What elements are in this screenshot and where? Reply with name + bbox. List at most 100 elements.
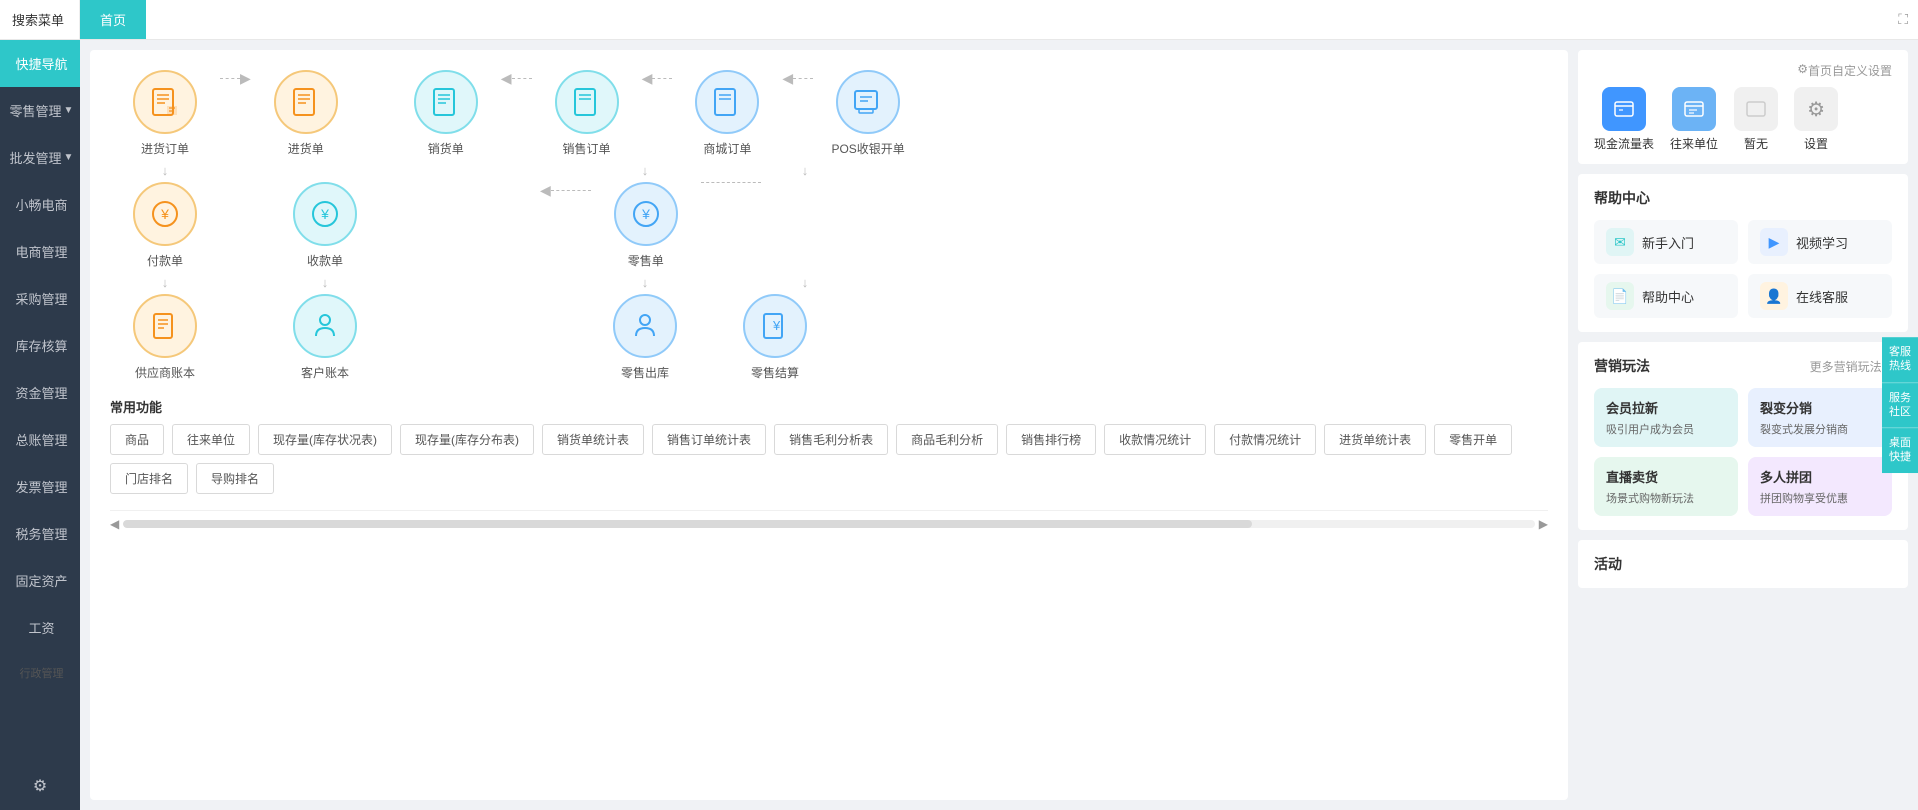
gear-icon: ⚙ xyxy=(1797,62,1808,79)
sidebar-item-invoice-mgmt[interactable]: 发票管理 xyxy=(0,463,80,510)
svg-text:¥: ¥ xyxy=(772,318,781,333)
func-btn-payment-stats[interactable]: 付款情况统计 xyxy=(1214,424,1316,455)
func-btn-retail-order[interactable]: 零售开单 xyxy=(1434,424,1512,455)
expand-icon[interactable]: ⛶ xyxy=(1898,11,1908,28)
flow-node-mall-order[interactable]: 商城订单 xyxy=(672,70,782,157)
help-center-title: 帮助中心 xyxy=(1594,188,1892,208)
activity-section: 活动 xyxy=(1578,540,1908,588)
member-desc: 吸引用户成为会员 xyxy=(1606,421,1726,437)
customize-label: 首页自定义设置 xyxy=(1808,62,1892,79)
func-btn-goods[interactable]: 商品 xyxy=(110,424,164,455)
flow-node-pos[interactable]: POS收银开单 xyxy=(813,70,923,157)
service-icon: 👤 xyxy=(1760,282,1788,310)
sidebar: 快捷导航 零售管理 ▼ 批发管理 ▼ 小畅电商 电商管理 采购管理 库存核算 资… xyxy=(0,40,80,810)
flow-node-sales-order[interactable]: 销售订单 xyxy=(532,70,642,157)
none-icon xyxy=(1734,87,1778,131)
func-btn-sales-order-stats[interactable]: 销售订单统计表 xyxy=(652,424,766,455)
sidebar-item-retail-mgmt[interactable]: 零售管理 ▼ xyxy=(0,87,80,134)
marketing-item-live[interactable]: 直播卖货 场景式购物新玩法 xyxy=(1594,457,1738,516)
shortcuts-icons: 现金流量表 往来单位 暂无 xyxy=(1594,87,1892,152)
marketing-title: 营销玩法 xyxy=(1594,356,1650,376)
common-functions: 常用功能 商品 往来单位 现存量(库存状况表) 现存量(库存分布表) 销货单统计… xyxy=(110,397,1548,494)
sidebar-settings-icon[interactable]: ⚙ xyxy=(0,762,80,810)
marketing-header: 营销玩法 更多营销玩法 > xyxy=(1594,356,1892,376)
beginner-icon: ✉ xyxy=(1606,228,1634,256)
float-btn-customer-service[interactable]: 客服热线 xyxy=(1882,337,1918,383)
help-item-help[interactable]: 📄 帮助中心 xyxy=(1594,274,1738,318)
flow-node-sales-bill[interactable]: 销货单 xyxy=(391,70,501,157)
sidebar-item-salary[interactable]: 工资 xyxy=(0,604,80,651)
sidebar-item-finance[interactable]: 资金管理 xyxy=(0,369,80,416)
member-title: 会员拉新 xyxy=(1606,398,1726,417)
marketing-item-member[interactable]: 会员拉新 吸引用户成为会员 xyxy=(1594,388,1738,447)
func-btn-contacts[interactable]: 往来单位 xyxy=(172,424,250,455)
sidebar-item-more[interactable]: 行政管理 xyxy=(0,651,80,695)
flow-node-supplier-account[interactable]: 供应商账本 xyxy=(110,294,220,381)
marketing-item-group[interactable]: 多人拼团 拼团购物享受优惠 xyxy=(1748,457,1892,516)
func-btn-sales-ranking[interactable]: 销售排行榜 xyxy=(1006,424,1096,455)
help-item-service[interactable]: 👤 在线客服 xyxy=(1748,274,1892,318)
help-item-video[interactable]: ▶ 视频学习 xyxy=(1748,220,1892,264)
payment-icon: ¥ xyxy=(133,182,197,246)
scroll-thumb xyxy=(123,520,1252,528)
sidebar-item-wholesale-mgmt[interactable]: 批发管理 ▼ xyxy=(0,134,80,181)
help-item-beginner[interactable]: ✉ 新手入门 xyxy=(1594,220,1738,264)
func-btn-store-ranking[interactable]: 门店排名 xyxy=(110,463,188,494)
shortcut-contacts[interactable]: 往来单位 xyxy=(1670,87,1718,152)
tab-home[interactable]: 首页 xyxy=(80,0,146,39)
pos-icon xyxy=(836,70,900,134)
sidebar-item-ecom-mgmt[interactable]: 电商管理 xyxy=(0,228,80,275)
service-label: 在线客服 xyxy=(1796,287,1848,306)
flow-node-receipt[interactable]: ¥ 收款单 xyxy=(270,182,380,269)
purchase-order-icon xyxy=(133,70,197,134)
sidebar-item-quick-nav[interactable]: 快捷导航 xyxy=(0,40,80,87)
split-title: 裂变分销 xyxy=(1760,398,1880,417)
video-label: 视频学习 xyxy=(1796,233,1848,252)
sidebar-item-inventory[interactable]: 库存核算 xyxy=(0,322,80,369)
flow-node-customer-account[interactable]: 客户账本 xyxy=(270,294,380,381)
sales-order-icon xyxy=(555,70,619,134)
sidebar-item-general-ledger[interactable]: 总账管理 xyxy=(0,416,80,463)
marketing-more[interactable]: 更多营销玩法 > xyxy=(1810,358,1892,375)
flow-node-purchase-order[interactable]: 进货订单 xyxy=(110,70,220,157)
sidebar-item-tax-mgmt[interactable]: 税务管理 xyxy=(0,510,80,557)
retail-settlement-icon: ¥ xyxy=(743,294,807,358)
func-btn-sales-profit[interactable]: 销售毛利分析表 xyxy=(774,424,888,455)
shortcut-cash-flow[interactable]: 现金流量表 xyxy=(1594,87,1654,152)
float-btn-community[interactable]: 服务社区 xyxy=(1882,383,1918,429)
retail-order-icon: ¥ xyxy=(614,182,678,246)
flow-node-payment[interactable]: ¥ 付款单 xyxy=(110,182,220,269)
sidebar-item-fixed-assets[interactable]: 固定资产 xyxy=(0,557,80,604)
func-btn-guide-ranking[interactable]: 导购排名 xyxy=(196,463,274,494)
help-doc-label: 帮助中心 xyxy=(1642,287,1694,306)
group-title: 多人拼团 xyxy=(1760,467,1880,486)
scroll-left-arrow[interactable]: ◀ xyxy=(110,517,119,531)
shortcuts-header[interactable]: ⚙ 首页自定义设置 xyxy=(1594,62,1892,79)
purchase-bill-icon xyxy=(274,70,338,134)
marketing-item-split[interactable]: 裂变分销 裂变式发展分销商 xyxy=(1748,388,1892,447)
top-bar: 搜索菜单 首页 ⛶ xyxy=(0,0,1918,40)
func-btn-inventory-dist[interactable]: 现存量(库存分布表) xyxy=(400,424,534,455)
func-btn-inventory-status[interactable]: 现存量(库存状况表) xyxy=(258,424,392,455)
shortcut-settings[interactable]: ⚙ 设置 xyxy=(1794,87,1838,152)
func-btn-receipt-stats[interactable]: 收款情况统计 xyxy=(1104,424,1206,455)
right-panel: ⚙ 首页自定义设置 现金流量表 xyxy=(1578,40,1918,810)
func-btn-goods-profit[interactable]: 商品毛利分析 xyxy=(896,424,998,455)
func-buttons: 商品 往来单位 现存量(库存状况表) 现存量(库存分布表) 销货单统计表 销售订… xyxy=(110,424,1548,494)
none-label: 暂无 xyxy=(1744,135,1768,152)
func-btn-sales-stats[interactable]: 销货单统计表 xyxy=(542,424,644,455)
contacts-label: 往来单位 xyxy=(1670,135,1718,152)
flow-node-retail-outbound[interactable]: 零售出库 xyxy=(590,294,700,381)
func-btn-purchase-stats[interactable]: 进货单统计表 xyxy=(1324,424,1426,455)
scroll-right-arrow[interactable]: ▶ xyxy=(1539,517,1548,531)
search-menu[interactable]: 搜索菜单 xyxy=(0,0,80,39)
flow-node-purchase-bill[interactable]: 进货单 xyxy=(251,70,361,157)
flow-node-retail-order[interactable]: ¥ 零售单 xyxy=(591,182,701,269)
float-btn-desktop[interactable]: 桌面快捷 xyxy=(1882,428,1918,473)
sidebar-item-xiaochang[interactable]: 小畅电商 xyxy=(0,181,80,228)
cash-flow-label: 现金流量表 xyxy=(1594,135,1654,152)
flow-node-retail-settlement[interactable]: ¥ 零售结算 xyxy=(720,294,830,381)
sidebar-item-purchase-mgmt[interactable]: 采购管理 xyxy=(0,275,80,322)
settings-label: 设置 xyxy=(1804,135,1828,152)
shortcut-none[interactable]: 暂无 xyxy=(1734,87,1778,152)
